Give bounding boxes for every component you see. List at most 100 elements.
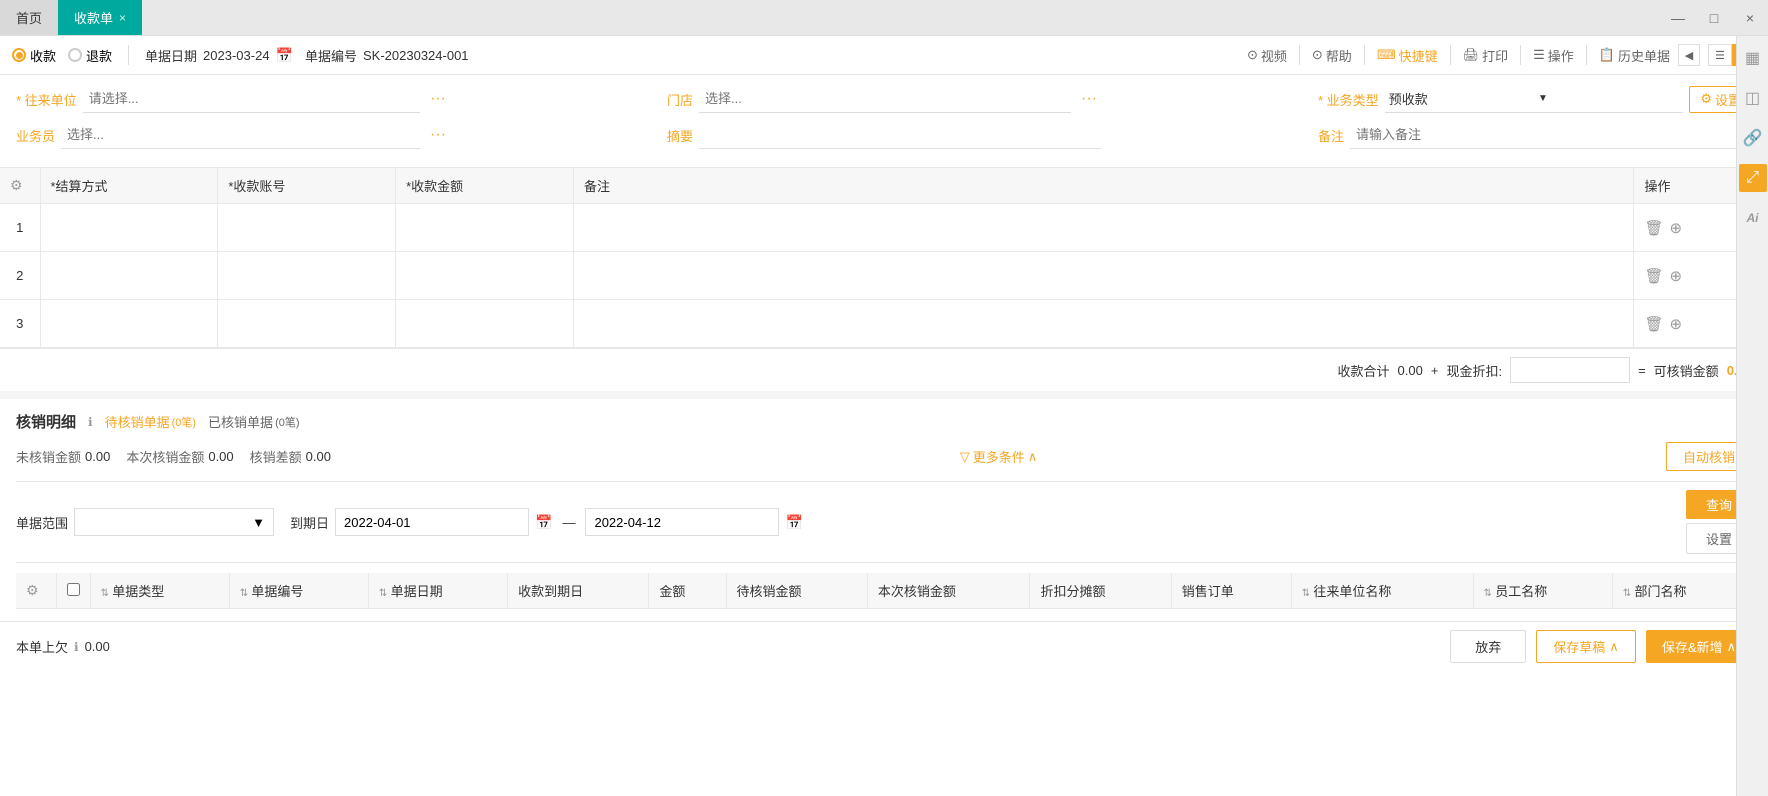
partner-input[interactable]	[83, 85, 420, 113]
range-select[interactable]: ▼	[74, 508, 274, 536]
calendar-icon[interactable]: 📅	[276, 47, 293, 64]
sidebar-icon-1[interactable]: ▦	[1739, 44, 1767, 72]
table-row: 2 🗑 ⊕	[0, 252, 1768, 300]
current-header: 本次核销金额	[867, 573, 1030, 609]
summary-field: 摘要	[667, 121, 1101, 149]
verify-info-icon[interactable]: ℹ	[88, 415, 93, 429]
draft-button[interactable]: 保存草稿 ∧	[1536, 630, 1636, 663]
remarks-cell-2[interactable]	[573, 252, 1634, 300]
biz-type-select[interactable]: 预收款 ▼	[1385, 85, 1684, 113]
range-arrow-icon: ▼	[252, 515, 265, 530]
amount-cell-3[interactable]	[396, 300, 574, 348]
history-icon: 📋	[1599, 47, 1615, 63]
divider	[1520, 45, 1521, 65]
verify-title: 核销明细	[16, 411, 76, 432]
help-action[interactable]: ⊙ 帮助	[1312, 46, 1352, 65]
bottom-settings-icon[interactable]: ⚙	[26, 582, 39, 598]
amount-cell-1[interactable]	[396, 204, 574, 252]
table-row: 1 🗑 ⊕	[0, 204, 1768, 252]
discount-input[interactable]	[1510, 357, 1630, 383]
biz-type-field: 业务类型 预收款 ▼ ⚙ 设置	[1318, 85, 1752, 113]
more-filter-button[interactable]: ▽ 更多条件 ∧	[960, 447, 1038, 466]
filter-row: 单据范围 ▼ 到期日 📅 — 📅 查询 设置	[16, 481, 1752, 563]
verify-section: 核销明细 ℹ 待核销单据 (0笔) 已核销单据 (0笔) 未核销金额 0.00 …	[0, 391, 1768, 621]
remarks-input[interactable]	[1350, 121, 1752, 149]
tab-receipt[interactable]: 收款单 ×	[58, 0, 142, 35]
delete-row-3-icon[interactable]: 🗑	[1644, 315, 1663, 333]
amount-cell-2[interactable]	[396, 252, 574, 300]
select-all-checkbox[interactable]	[67, 583, 80, 596]
account-cell-3[interactable]	[218, 300, 396, 348]
close-tab-icon[interactable]: ×	[119, 11, 126, 25]
calendar-from-icon[interactable]: 📅	[535, 514, 552, 531]
shop-input[interactable]	[699, 85, 1071, 113]
settlement-cell-3[interactable]	[40, 300, 218, 348]
maximize-button[interactable]: □	[1696, 0, 1732, 36]
summary-input[interactable]	[699, 121, 1101, 149]
tab-home[interactable]: 首页	[0, 0, 58, 35]
right-sidebar: ▦ ◫ 🔗 ⤢ Ai	[1736, 36, 1768, 796]
copy-row-1-icon[interactable]: ⊕	[1669, 219, 1682, 237]
row-num-2: 2	[0, 252, 40, 300]
shortcut-action[interactable]: ⌨ 快捷键	[1377, 46, 1438, 65]
amount-header: *收款金额	[396, 168, 574, 204]
sidebar-icon-3[interactable]: 🔗	[1739, 124, 1767, 152]
partner-more-icon[interactable]: ···	[426, 90, 450, 108]
remarks-cell-1[interactable]	[573, 204, 1634, 252]
table-settings-icon[interactable]: ⚙	[10, 177, 23, 193]
nav-arrows: ◀	[1678, 44, 1700, 66]
operation-action[interactable]: ☰ 操作	[1533, 46, 1574, 65]
footer: 本单上欠 ℹ 0.00 放弃 保存草稿 ∧ 保存&新增 ∧	[0, 621, 1768, 671]
shop-more-icon[interactable]: ···	[1077, 90, 1101, 108]
done-tab[interactable]: 已核销单据 (0笔)	[208, 412, 299, 431]
date-header: ⇅ 单据日期	[368, 573, 507, 609]
form-area: 往来单位 ··· 门店 ··· 业务类型 预收款 ▼ ⚙ 设置	[0, 75, 1768, 168]
print-action[interactable]: 🖨 打印	[1463, 46, 1509, 65]
biz-type-label: 业务类型	[1318, 90, 1379, 109]
row-num-3: 3	[0, 300, 40, 348]
partner-header: ⇅ 往来单位名称	[1291, 573, 1473, 609]
account-cell-1[interactable]	[218, 204, 396, 252]
shop-field: 门店 ···	[667, 85, 1101, 113]
prev-arrow[interactable]: ◀	[1678, 44, 1700, 66]
sidebar-icon-4[interactable]: ⤢	[1739, 164, 1767, 192]
settlement-cell-1[interactable]	[40, 204, 218, 252]
main-table-wrapper: ⚙ *结算方式 *收款账号 *收款金额 备注 操作	[0, 168, 1768, 348]
delete-row-2-icon[interactable]: 🗑	[1644, 267, 1663, 285]
delete-row-1-icon[interactable]: 🗑	[1644, 219, 1663, 237]
balance-info-icon[interactable]: ℹ	[74, 640, 79, 654]
copy-row-3-icon[interactable]: ⊕	[1669, 315, 1682, 333]
sidebar-icon-2[interactable]: ◫	[1739, 84, 1767, 112]
video-icon: ⊙	[1247, 47, 1258, 63]
amount-header: 金额	[649, 573, 726, 609]
divider	[128, 45, 129, 65]
radio-receipt[interactable]: 收款	[12, 46, 56, 65]
bottom-settings-header: ⚙	[16, 573, 56, 609]
remarks-cell-3[interactable]	[573, 300, 1634, 348]
biz-type-arrow-icon: ▼	[1534, 93, 1683, 104]
save-arrow-icon: ∧	[1726, 639, 1736, 655]
account-cell-2[interactable]	[218, 252, 396, 300]
discount-label: 现金折扣:	[1446, 361, 1502, 380]
settlement-cell-2[interactable]	[40, 252, 218, 300]
balance-info: 本单上欠 ℹ 0.00	[16, 637, 110, 656]
list-view-btn[interactable]: ☰	[1708, 44, 1732, 66]
staff-more-icon[interactable]: ···	[426, 126, 450, 144]
radio-refund[interactable]: 退款	[68, 46, 112, 65]
copy-row-2-icon[interactable]: ⊕	[1669, 267, 1682, 285]
equals-sign: =	[1638, 363, 1646, 378]
date-to-input[interactable]	[585, 508, 779, 536]
staff-input[interactable]	[61, 121, 420, 149]
abandon-button[interactable]: 放弃	[1450, 630, 1526, 663]
pending-tab[interactable]: 待核销单据 (0笔)	[105, 412, 196, 431]
dept-header: ⇅ 部门名称	[1612, 573, 1751, 609]
date-from-input[interactable]	[335, 508, 529, 536]
history-action[interactable]: 📋 历史单据	[1599, 46, 1670, 65]
video-action[interactable]: ⊙ 视频	[1247, 46, 1287, 65]
verify-header: 核销明细 ℹ 待核销单据 (0笔) 已核销单据 (0笔)	[16, 411, 1752, 432]
ai-assistant-icon[interactable]: Ai	[1739, 204, 1767, 232]
divider	[1450, 45, 1451, 65]
close-button[interactable]: ×	[1732, 0, 1768, 36]
calendar-to-icon[interactable]: 📅	[785, 514, 802, 531]
minimize-button[interactable]: —	[1660, 0, 1696, 36]
